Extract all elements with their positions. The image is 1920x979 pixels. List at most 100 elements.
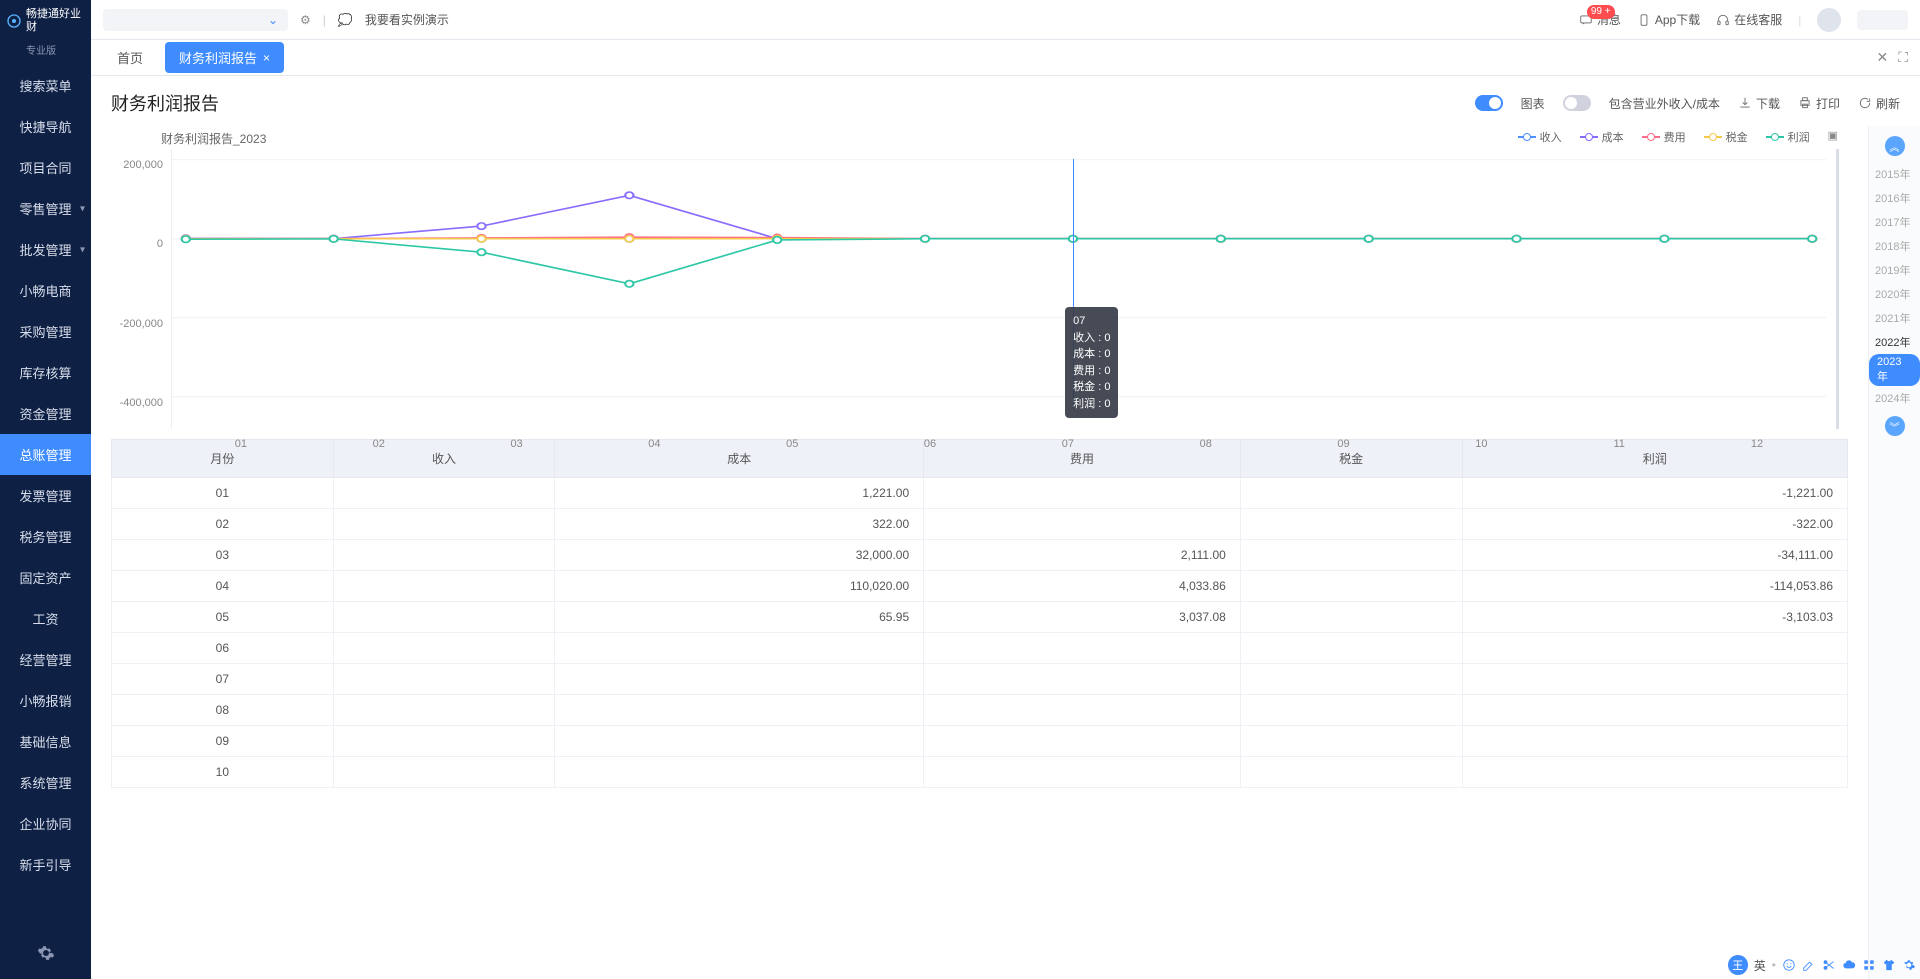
legend-item[interactable]: 费用 (1642, 129, 1686, 145)
chart-toggle[interactable] (1475, 95, 1503, 111)
sidebar-item-3[interactable]: 零售管理▾ (0, 188, 91, 229)
include-toggle[interactable] (1563, 95, 1591, 111)
ime-settings-icon[interactable] (1902, 958, 1916, 972)
close-tabs-button[interactable]: ✕ (1876, 49, 1888, 66)
sidebar-item-0[interactable]: 搜索菜单 (0, 65, 91, 106)
cell-profit (1462, 726, 1848, 757)
sidebar-item-5[interactable]: 小畅电商 (0, 270, 91, 311)
ime-edit-icon[interactable] (1802, 958, 1816, 972)
year-item[interactable]: 2016年 (1869, 186, 1920, 210)
service-button[interactable]: 在线客服 (1716, 11, 1782, 28)
cell-cost (555, 633, 924, 664)
y-tick: -200,000 (111, 318, 163, 330)
sidebar-item-13[interactable]: 工资 (0, 598, 91, 639)
year-down-button[interactable]: ︾ (1885, 416, 1905, 436)
avatar[interactable] (1817, 8, 1841, 32)
sidebar-item-12[interactable]: 固定资产 (0, 557, 91, 598)
messages-button[interactable]: 消息 99 + (1579, 11, 1621, 28)
org-selector[interactable]: ⌄ (103, 9, 288, 31)
brand-name: 畅捷通好业财 (26, 8, 85, 34)
sidebar-item-10[interactable]: 发票管理 (0, 475, 91, 516)
cell-tax (1240, 571, 1462, 602)
sidebar-item-18[interactable]: 企业协同 (0, 803, 91, 844)
cell-profit (1462, 695, 1848, 726)
tab-report[interactable]: 财务利润报告 × (165, 42, 284, 73)
legend-item[interactable]: 税金 (1704, 129, 1748, 145)
x-tick: 03 (448, 438, 586, 450)
ime-scissors-icon[interactable] (1822, 958, 1836, 972)
tab-home-label: 首页 (117, 48, 143, 67)
x-tick: 01 (172, 438, 310, 450)
close-icon[interactable]: × (263, 51, 270, 65)
year-item[interactable]: 2024年 (1869, 386, 1920, 410)
sidebar-item-19[interactable]: 新手引导 (0, 844, 91, 885)
table-row: 07 (112, 664, 1848, 695)
ime-shirt-icon[interactable] (1882, 958, 1896, 972)
ime-cloud-icon[interactable] (1842, 958, 1856, 972)
messages-badge: 99 + (1587, 5, 1615, 19)
legend-item[interactable]: 利润 (1766, 129, 1810, 145)
ime-smile-icon[interactable] (1782, 958, 1796, 972)
chart-wrap: 收入成本费用税金利润▣ 200,0000-200,000-400,000 010… (111, 149, 1848, 429)
year-item[interactable]: 2017年 (1869, 210, 1920, 234)
cell-month: 03 (112, 540, 334, 571)
year-item[interactable]: 2015年 (1869, 162, 1920, 186)
cell-tax (1240, 633, 1462, 664)
year-item[interactable]: 2019年 (1869, 258, 1920, 282)
year-item[interactable]: 2021年 (1869, 306, 1920, 330)
refresh-button[interactable]: 刷新 (1858, 95, 1900, 112)
legend-item[interactable]: 成本 (1580, 129, 1624, 145)
sidebar-item-7[interactable]: 库存核算 (0, 352, 91, 393)
sidebar-item-11[interactable]: 税务管理 (0, 516, 91, 557)
sidebar-item-16[interactable]: 基础信息 (0, 721, 91, 762)
cell-income (333, 757, 555, 788)
fullscreen-button[interactable]: ⛶ (1898, 49, 1908, 66)
sidebar-item-1[interactable]: 快捷导航 (0, 106, 91, 147)
ime-lang[interactable]: 英 (1754, 957, 1766, 974)
sidebar-item-4[interactable]: 批发管理▾ (0, 229, 91, 270)
sidebar-item-9[interactable]: 总账管理 (0, 434, 91, 475)
sidebar-item-17[interactable]: 系统管理 (0, 762, 91, 803)
tab-home[interactable]: 首页 (103, 42, 157, 73)
refresh-icon (1858, 96, 1872, 110)
sidebar-item-14[interactable]: 经营管理 (0, 639, 91, 680)
cell-expense: 3,037.08 (924, 602, 1241, 633)
cell-month: 02 (112, 509, 334, 540)
user-menu[interactable] (1857, 10, 1908, 30)
cell-expense (924, 633, 1241, 664)
page-title: 财务利润报告 (111, 90, 219, 116)
cell-tax (1240, 509, 1462, 540)
legend-mark (1580, 133, 1598, 141)
y-tick: 200,000 (111, 159, 163, 171)
demo-link[interactable]: 我要看实例演示 (365, 11, 449, 28)
chart-toggle-label: 图表 (1521, 95, 1545, 112)
legend-expand-icon[interactable]: ▣ (1828, 129, 1838, 145)
x-tick: 05 (723, 438, 861, 450)
cell-expense (924, 664, 1241, 695)
print-button[interactable]: 打印 (1798, 95, 1840, 112)
ime-main-icon[interactable]: 王 (1728, 955, 1748, 975)
gear-icon[interactable]: ⚙ (300, 13, 311, 27)
sidebar-item-6[interactable]: 采购管理 (0, 311, 91, 352)
cell-expense (924, 478, 1241, 509)
y-axis: 200,0000-200,000-400,000 (111, 149, 171, 429)
year-item[interactable]: 2023年 (1869, 354, 1920, 386)
download-button[interactable]: 下载 (1738, 95, 1780, 112)
year-up-button[interactable]: ︽ (1885, 136, 1905, 156)
year-item[interactable]: 2018年 (1869, 234, 1920, 258)
sidebar-item-8[interactable]: 资金管理 (0, 393, 91, 434)
year-item[interactable]: 2020年 (1869, 282, 1920, 306)
sidebar-item-15[interactable]: 小畅报销 (0, 680, 91, 721)
sidebar-settings[interactable] (0, 932, 91, 979)
legend-label: 成本 (1602, 129, 1624, 145)
cell-month: 04 (112, 571, 334, 602)
chart-scroll-handle[interactable] (1836, 149, 1848, 429)
ime-grid-icon[interactable] (1862, 958, 1876, 972)
cell-expense (924, 509, 1241, 540)
year-item[interactable]: 2022年 (1869, 330, 1920, 354)
legend-item[interactable]: 收入 (1518, 129, 1562, 145)
app-download-button[interactable]: App下载 (1637, 11, 1700, 28)
cell-profit (1462, 664, 1848, 695)
cell-income (333, 509, 555, 540)
sidebar-item-2[interactable]: 项目合同 (0, 147, 91, 188)
